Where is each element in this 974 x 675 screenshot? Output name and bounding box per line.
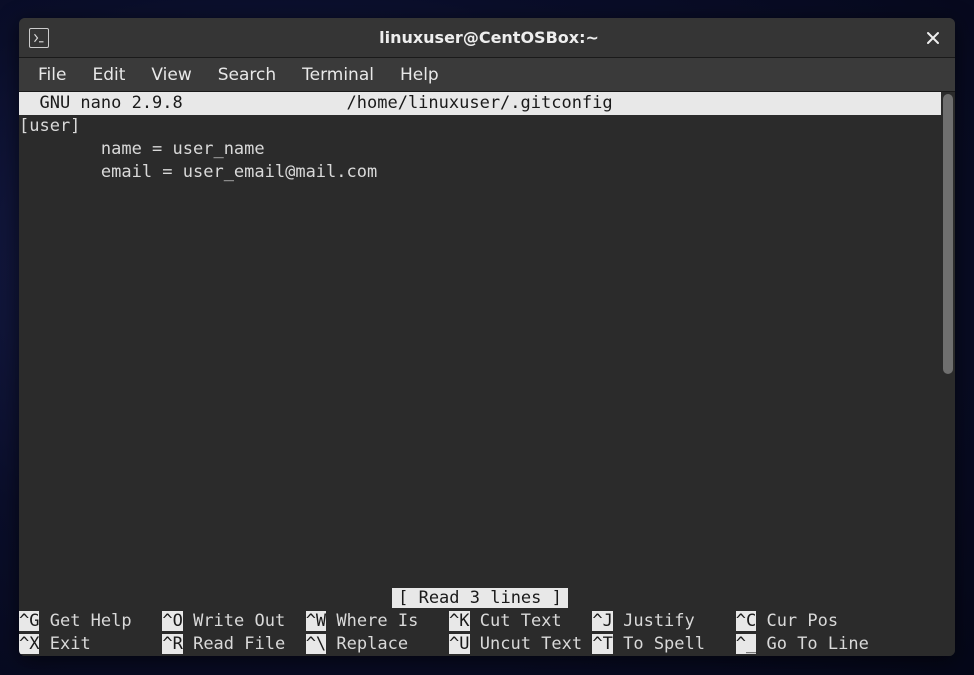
shortcut-label: Cur Pos bbox=[766, 611, 838, 631]
editor-content[interactable]: [user] name = user_name email = user_ema… bbox=[19, 115, 941, 587]
nano-header-spacer bbox=[183, 93, 347, 113]
shortcut-label: To Spell bbox=[623, 634, 705, 654]
shortcut-label: Get Help bbox=[50, 611, 132, 631]
menu-terminal[interactable]: Terminal bbox=[289, 61, 387, 89]
shortcut-key: ^T bbox=[592, 634, 612, 654]
terminal-area[interactable]: GNU nano 2.9.8 /home/linuxuser/.gitconfi… bbox=[19, 92, 955, 656]
nano-header: GNU nano 2.9.8 /home/linuxuser/.gitconfi… bbox=[19, 92, 941, 115]
content-line: name = user_name bbox=[19, 138, 941, 161]
menu-edit[interactable]: Edit bbox=[79, 61, 138, 89]
shortcut-label: Uncut Text bbox=[480, 634, 582, 654]
shortcut-label: Go To Line bbox=[766, 634, 868, 654]
nano-filename: /home/linuxuser/.gitconfig bbox=[347, 93, 613, 113]
shortcut-label: Cut Text bbox=[480, 611, 562, 631]
close-button[interactable] bbox=[921, 26, 945, 50]
menu-help[interactable]: Help bbox=[387, 61, 452, 89]
shortcut-label: Justify bbox=[623, 611, 695, 631]
menu-view[interactable]: View bbox=[138, 61, 204, 89]
terminal-icon bbox=[29, 28, 49, 48]
menu-file[interactable]: File bbox=[25, 61, 79, 89]
nano-status-line: [ Read 3 lines ] bbox=[19, 587, 941, 610]
scrollbar-thumb[interactable] bbox=[943, 94, 953, 374]
shortcut-label: Exit bbox=[50, 634, 91, 654]
shortcut-key: ^U bbox=[449, 634, 469, 654]
menu-search[interactable]: Search bbox=[205, 61, 289, 89]
titlebar[interactable]: linuxuser@CentOSBox:~ bbox=[19, 18, 955, 58]
shortcut-key: ^\ bbox=[306, 634, 326, 654]
shortcut-key: ^C bbox=[736, 611, 756, 631]
shortcut-key: ^R bbox=[162, 634, 182, 654]
shortcut-row: ^X Exit ^R Read File ^\ Replace ^U Uncut… bbox=[19, 633, 941, 656]
shortcut-label: Write Out bbox=[193, 611, 285, 631]
shortcut-key: ^G bbox=[19, 611, 39, 631]
nano-version: GNU nano 2.9.8 bbox=[19, 93, 183, 113]
scrollbar[interactable] bbox=[943, 94, 953, 654]
shortcut-label: Read File bbox=[193, 634, 285, 654]
nano-shortcuts: ^G Get Help ^O Write Out ^W Where Is ^K … bbox=[19, 610, 941, 656]
window-title: linuxuser@CentOSBox:~ bbox=[57, 28, 921, 47]
shortcut-label: Replace bbox=[336, 634, 408, 654]
shortcut-key: ^_ bbox=[736, 634, 756, 654]
menubar: File Edit View Search Terminal Help bbox=[19, 58, 955, 92]
shortcut-row: ^G Get Help ^O Write Out ^W Where Is ^K … bbox=[19, 610, 941, 633]
content-line: [user] bbox=[19, 115, 941, 138]
shortcut-key: ^W bbox=[306, 611, 326, 631]
nano-status-text: [ Read 3 lines ] bbox=[392, 588, 568, 608]
shortcut-key: ^J bbox=[592, 611, 612, 631]
shortcut-key: ^K bbox=[449, 611, 469, 631]
shortcut-key: ^O bbox=[162, 611, 182, 631]
shortcut-label: Where Is bbox=[336, 611, 418, 631]
shortcut-key: ^X bbox=[19, 634, 39, 654]
content-line: email = user_email@mail.com bbox=[19, 161, 941, 184]
terminal-window: linuxuser@CentOSBox:~ File Edit View Sea… bbox=[19, 18, 955, 656]
